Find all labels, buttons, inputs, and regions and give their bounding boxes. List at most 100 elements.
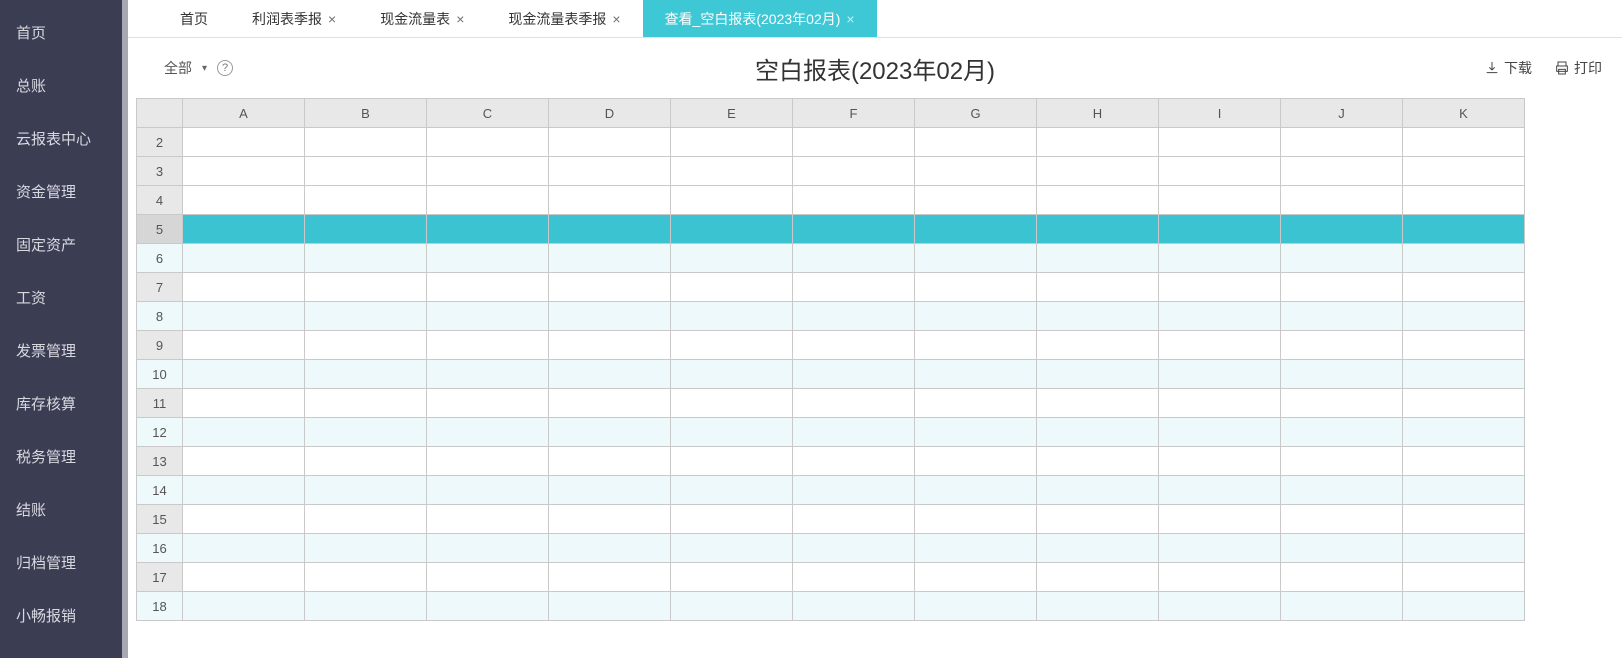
cell[interactable]: [793, 128, 915, 157]
cell[interactable]: [427, 505, 549, 534]
cell[interactable]: [1159, 186, 1281, 215]
column-header[interactable]: C: [427, 99, 549, 128]
sidebar-item-tax[interactable]: 税务管理: [0, 430, 122, 483]
sidebar-item-home[interactable]: 首页: [0, 6, 122, 59]
cell[interactable]: [915, 215, 1037, 244]
cell[interactable]: [549, 302, 671, 331]
cell[interactable]: [183, 360, 305, 389]
cell[interactable]: [1403, 186, 1525, 215]
cell[interactable]: [305, 244, 427, 273]
cell[interactable]: [1281, 534, 1403, 563]
cell[interactable]: [305, 563, 427, 592]
sidebar-item-salary[interactable]: 工资: [0, 271, 122, 324]
column-header[interactable]: H: [1037, 99, 1159, 128]
cell[interactable]: [427, 389, 549, 418]
cell[interactable]: [1403, 476, 1525, 505]
cell[interactable]: [793, 505, 915, 534]
cell[interactable]: [1159, 418, 1281, 447]
cell[interactable]: [915, 128, 1037, 157]
cell[interactable]: [915, 244, 1037, 273]
cell[interactable]: [1159, 273, 1281, 302]
row-header[interactable]: 6: [137, 244, 183, 273]
cell[interactable]: [427, 273, 549, 302]
cell[interactable]: [1281, 447, 1403, 476]
cell[interactable]: [427, 418, 549, 447]
cell[interactable]: [305, 418, 427, 447]
cell[interactable]: [1159, 447, 1281, 476]
cell[interactable]: [915, 418, 1037, 447]
cell[interactable]: [671, 389, 793, 418]
column-header[interactable]: F: [793, 99, 915, 128]
cell[interactable]: [671, 331, 793, 360]
cell[interactable]: [1159, 331, 1281, 360]
column-header[interactable]: K: [1403, 99, 1525, 128]
cell[interactable]: [915, 273, 1037, 302]
cell[interactable]: [1037, 360, 1159, 389]
cell[interactable]: [305, 331, 427, 360]
cell[interactable]: [671, 157, 793, 186]
cell[interactable]: [549, 447, 671, 476]
spreadsheet[interactable]: ABCDEFGHIJK23456789101112131415161718: [128, 98, 1622, 658]
cell[interactable]: [1037, 418, 1159, 447]
sidebar-item-close-books[interactable]: 结账: [0, 483, 122, 536]
cell[interactable]: [1281, 418, 1403, 447]
cell[interactable]: [1281, 186, 1403, 215]
cell[interactable]: [1403, 592, 1525, 621]
cell[interactable]: [1281, 360, 1403, 389]
cell[interactable]: [1403, 215, 1525, 244]
cell[interactable]: [671, 186, 793, 215]
close-icon[interactable]: ×: [456, 11, 464, 27]
cell[interactable]: [1037, 563, 1159, 592]
cell[interactable]: [1159, 128, 1281, 157]
help-icon[interactable]: ?: [217, 60, 233, 76]
cell[interactable]: [183, 505, 305, 534]
cell[interactable]: [183, 157, 305, 186]
cell[interactable]: [1281, 563, 1403, 592]
cell[interactable]: [915, 186, 1037, 215]
cell[interactable]: [305, 360, 427, 389]
cell[interactable]: [1037, 215, 1159, 244]
cell[interactable]: [1037, 592, 1159, 621]
cell[interactable]: [1281, 389, 1403, 418]
cell[interactable]: [915, 157, 1037, 186]
cell[interactable]: [427, 157, 549, 186]
cell[interactable]: [793, 215, 915, 244]
cell[interactable]: [549, 389, 671, 418]
row-header[interactable]: 18: [137, 592, 183, 621]
cell[interactable]: [1281, 302, 1403, 331]
cell[interactable]: [1281, 505, 1403, 534]
cell[interactable]: [183, 186, 305, 215]
cell[interactable]: [305, 389, 427, 418]
cell[interactable]: [183, 273, 305, 302]
cell[interactable]: [549, 534, 671, 563]
print-button[interactable]: 打印: [1554, 58, 1602, 78]
cell[interactable]: [549, 186, 671, 215]
cell[interactable]: [549, 273, 671, 302]
cell[interactable]: [1159, 244, 1281, 273]
cell[interactable]: [427, 592, 549, 621]
row-header[interactable]: 7: [137, 273, 183, 302]
cell[interactable]: [915, 534, 1037, 563]
column-header[interactable]: G: [915, 99, 1037, 128]
column-header[interactable]: A: [183, 99, 305, 128]
tab-view-blank-report[interactable]: 查看_空白报表(2023年02月) ×: [643, 0, 877, 37]
row-header[interactable]: 14: [137, 476, 183, 505]
cell[interactable]: [183, 563, 305, 592]
cell[interactable]: [793, 273, 915, 302]
cell[interactable]: [1403, 331, 1525, 360]
row-header[interactable]: 12: [137, 418, 183, 447]
sidebar-item-invoice[interactable]: 发票管理: [0, 324, 122, 377]
cell[interactable]: [549, 563, 671, 592]
cell[interactable]: [427, 476, 549, 505]
cell[interactable]: [1159, 505, 1281, 534]
cell[interactable]: [305, 273, 427, 302]
filter-dropdown[interactable]: 全部 ▾ ?: [164, 58, 233, 78]
cell[interactable]: [1281, 592, 1403, 621]
cell[interactable]: [1281, 244, 1403, 273]
cell[interactable]: [671, 534, 793, 563]
cell[interactable]: [915, 447, 1037, 476]
cell[interactable]: [183, 244, 305, 273]
cell[interactable]: [671, 476, 793, 505]
cell[interactable]: [1403, 360, 1525, 389]
cell[interactable]: [671, 273, 793, 302]
